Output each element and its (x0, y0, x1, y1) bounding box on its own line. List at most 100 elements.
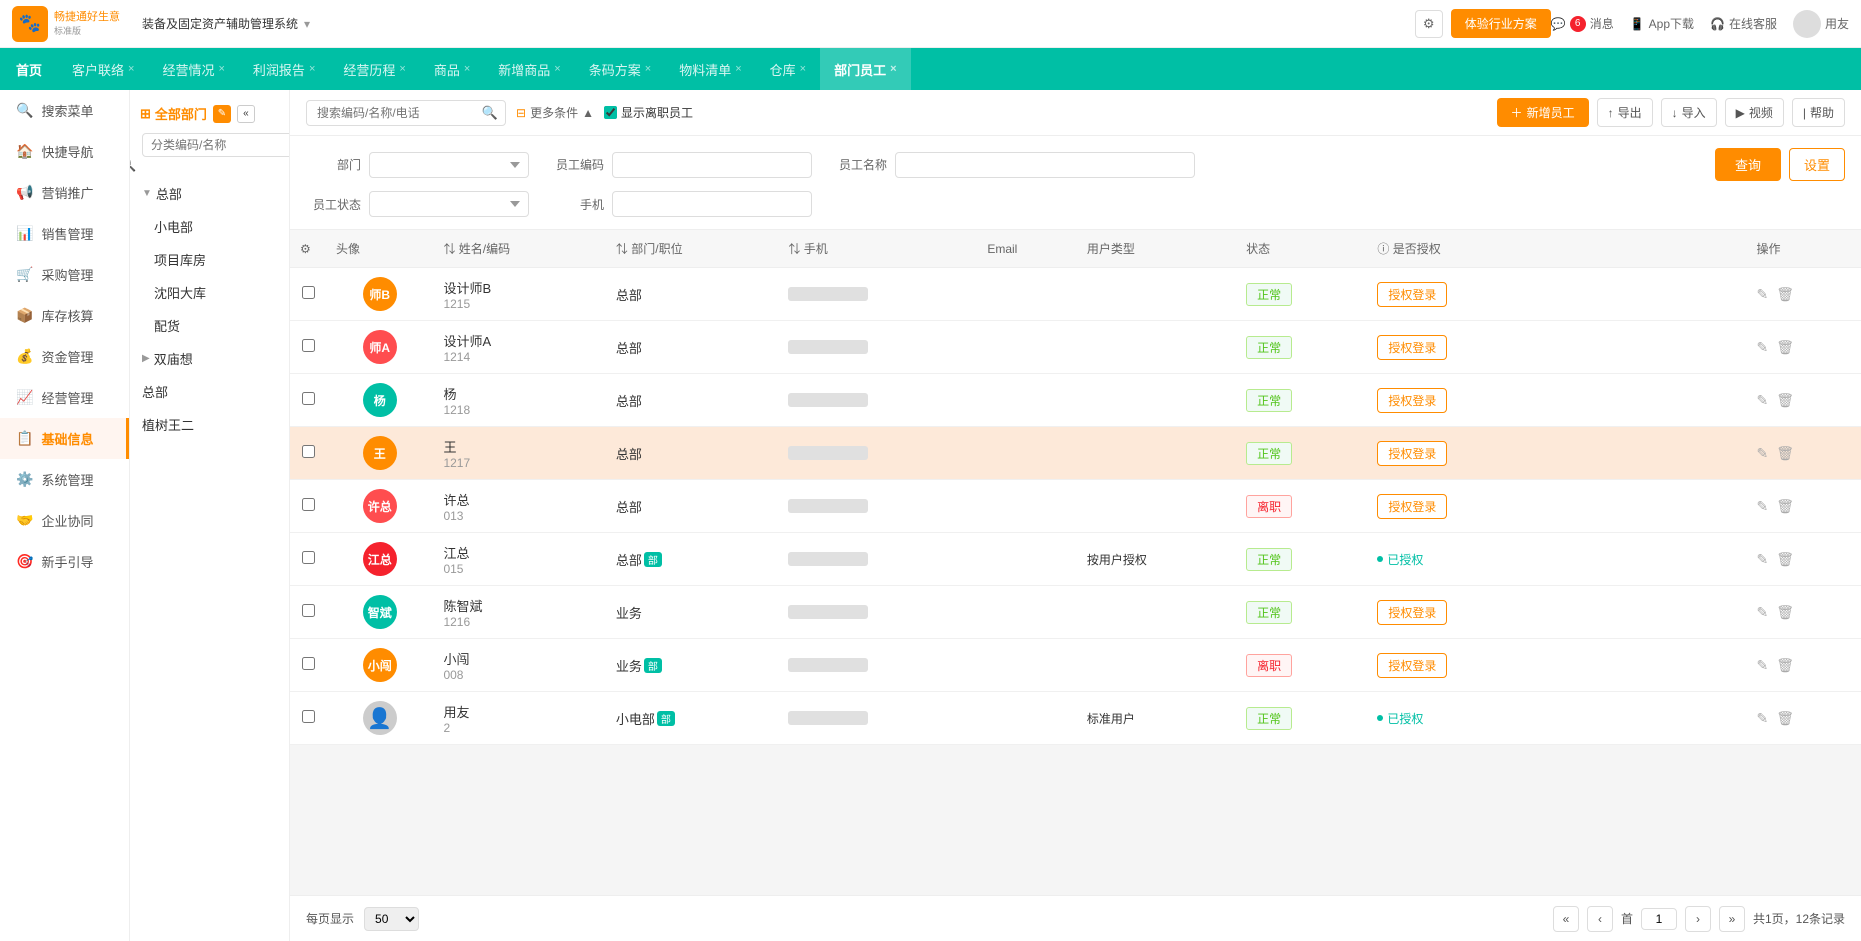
row-select-cell[interactable] (290, 533, 326, 586)
delete-icon[interactable]: 🗑 (1776, 551, 1794, 568)
edit-icon[interactable]: ✎ (1757, 445, 1769, 462)
import-button[interactable]: ↓ 导入 (1661, 98, 1717, 127)
edit-icon[interactable]: ✎ (1757, 392, 1769, 409)
sidebar-item-nav[interactable]: 🏠 快捷导航 (0, 131, 129, 172)
tab-goods[interactable]: 商品 × (420, 48, 484, 90)
view-button[interactable]: ▶ 视频 (1725, 98, 1784, 127)
edit-icon[interactable]: ✎ (1757, 551, 1769, 568)
row-select-cell[interactable] (290, 586, 326, 639)
edit-icon[interactable]: ✎ (1757, 710, 1769, 727)
dept-select[interactable] (369, 152, 529, 178)
close-icon[interactable]: × (735, 63, 741, 75)
employee-name-input[interactable] (895, 152, 1195, 178)
row-auth-cell[interactable]: 授权登录 (1367, 374, 1546, 427)
user-profile-btn[interactable]: 用友 (1793, 10, 1849, 38)
online-service-btn[interactable]: 🎧 在线客服 (1710, 15, 1777, 32)
add-employee-button[interactable]: ＋ 新增员工 (1497, 98, 1589, 127)
delete-icon[interactable]: 🗑 (1776, 710, 1794, 727)
search-input[interactable] (306, 100, 506, 126)
tab-history[interactable]: 经营历程 × (329, 48, 419, 90)
app-download-btn[interactable]: 📱 App下载 (1630, 15, 1694, 32)
sidebar-item-marketing[interactable]: 📢 营销推广 (0, 172, 129, 213)
row-auth-cell[interactable]: 授权登录 (1367, 586, 1546, 639)
row-auth-cell[interactable]: 授权登录 (1367, 639, 1546, 692)
delete-icon[interactable]: 🗑 (1776, 604, 1794, 621)
sidebar-item-guide[interactable]: 🎯 新手引导 (0, 541, 129, 582)
sidebar-item-system[interactable]: ⚙️ 系统管理 (0, 459, 129, 500)
close-icon[interactable]: × (399, 63, 405, 75)
close-icon[interactable]: × (218, 63, 224, 75)
row-checkbox[interactable] (302, 445, 315, 458)
close-icon[interactable]: × (800, 63, 806, 75)
gear-button[interactable]: ⚙ (1415, 10, 1443, 38)
sidebar-item-inventory[interactable]: 📦 库存核算 (0, 295, 129, 336)
close-icon[interactable]: × (645, 63, 651, 75)
row-checkbox[interactable] (302, 286, 315, 299)
auth-login-btn[interactable]: 授权登录 (1377, 494, 1447, 519)
edit-icon[interactable]: ✎ (1757, 498, 1769, 515)
tab-customer[interactable]: 客户联络 × (58, 48, 148, 90)
close-icon[interactable]: × (128, 63, 134, 75)
tree-item-shenyang[interactable]: 沈阳大库 (130, 276, 289, 309)
delete-icon[interactable]: 🗑 (1776, 392, 1794, 409)
dept-search-input[interactable] (142, 133, 290, 157)
row-select-cell[interactable] (290, 427, 326, 480)
sidebar-item-sales[interactable]: 📊 销售管理 (0, 213, 129, 254)
first-page-btn[interactable]: « (1553, 906, 1579, 932)
sidebar-item-collab[interactable]: 🤝 企业协同 (0, 500, 129, 541)
tree-item-zongbu[interactable]: 总部 (130, 375, 289, 408)
page-input[interactable] (1641, 908, 1677, 930)
tree-item-project[interactable]: 项目库房 (130, 243, 289, 276)
more-conditions-btn[interactable]: ⊟ 更多条件 ▲ (516, 104, 594, 121)
edit-dept-btn[interactable]: ✎ (213, 105, 231, 123)
trial-button[interactable]: 体验行业方案 (1451, 9, 1551, 38)
edit-icon[interactable]: ✎ (1757, 286, 1769, 303)
edit-icon[interactable]: ✎ (1757, 657, 1769, 674)
auth-login-btn[interactable]: 授权登录 (1377, 441, 1447, 466)
row-select-cell[interactable] (290, 480, 326, 533)
row-checkbox[interactable] (302, 657, 315, 670)
row-select-cell[interactable] (290, 692, 326, 745)
tree-item-zhishu[interactable]: 植树王二 (130, 408, 289, 441)
tree-item-shuangmiao[interactable]: ▶ 双庙想 (130, 342, 289, 375)
employee-status-select[interactable] (369, 191, 529, 217)
tab-barcode[interactable]: 条码方案 × (575, 48, 665, 90)
row-checkbox[interactable] (302, 498, 315, 511)
tab-dept-staff[interactable]: 部门员工 × (820, 48, 910, 90)
row-select-cell[interactable] (290, 268, 326, 321)
row-select-cell[interactable] (290, 374, 326, 427)
row-select-cell[interactable] (290, 639, 326, 692)
reset-button[interactable]: 设置 (1789, 148, 1845, 181)
delete-icon[interactable]: 🗑 (1776, 498, 1794, 515)
per-page-select[interactable]: 50 100 (364, 907, 419, 931)
delete-icon[interactable]: 🗑 (1776, 339, 1794, 356)
sidebar-item-purchase[interactable]: 🛒 采购管理 (0, 254, 129, 295)
row-auth-cell[interactable]: 授权登录 (1367, 268, 1546, 321)
auth-login-btn[interactable]: 授权登录 (1377, 388, 1447, 413)
last-page-btn[interactable]: » (1719, 906, 1745, 932)
auth-login-btn[interactable]: 授权登录 (1377, 653, 1447, 678)
export-button[interactable]: ↑ 导出 (1597, 98, 1653, 127)
prev-page-btn[interactable]: ‹ (1587, 906, 1613, 932)
close-icon[interactable]: × (464, 63, 470, 75)
auth-login-btn[interactable]: 授权登录 (1377, 282, 1447, 307)
row-auth-cell[interactable]: 授权登录 (1367, 321, 1546, 374)
tab-add-goods[interactable]: 新增商品 × (484, 48, 574, 90)
employee-code-input[interactable] (612, 152, 812, 178)
edit-icon[interactable]: ✎ (1757, 339, 1769, 356)
auth-login-btn[interactable]: 授权登录 (1377, 335, 1447, 360)
row-auth-cell[interactable]: 授权登录 (1367, 427, 1546, 480)
row-checkbox[interactable] (302, 339, 315, 352)
help-button[interactable]: | 帮助 (1792, 98, 1845, 127)
query-button[interactable]: 查询 (1715, 148, 1781, 181)
row-checkbox[interactable] (302, 710, 315, 723)
delete-icon[interactable]: 🗑 (1776, 445, 1794, 462)
tab-bom[interactable]: 物料清单 × (665, 48, 755, 90)
sidebar-item-finance[interactable]: 💰 资金管理 (0, 336, 129, 377)
message-btn[interactable]: 💬 6 消息 (1551, 15, 1614, 32)
row-checkbox[interactable] (302, 604, 315, 617)
sidebar-item-operation[interactable]: 📈 经营管理 (0, 377, 129, 418)
auth-login-btn[interactable]: 授权登录 (1377, 600, 1447, 625)
close-icon[interactable]: × (309, 63, 315, 75)
delete-icon[interactable]: 🗑 (1776, 657, 1794, 674)
